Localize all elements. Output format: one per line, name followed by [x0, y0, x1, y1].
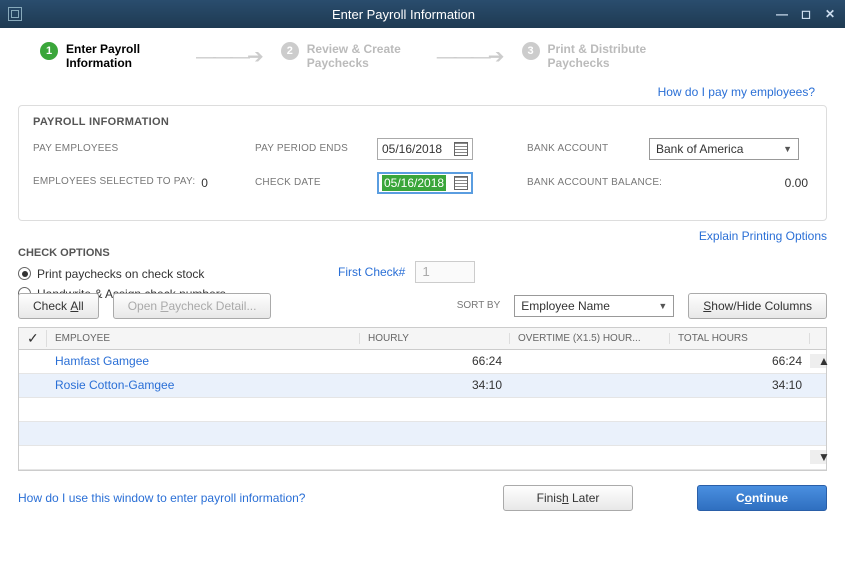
bank-balance-label: BANK ACCOUNT BALANCE: — [527, 177, 687, 188]
table-row[interactable] — [19, 398, 826, 422]
employee-name-link[interactable]: Hamfast Gamgee — [47, 354, 360, 368]
pay-period-ends-label: PAY PERIOD ENDS — [255, 143, 365, 154]
step-3-label: Print & Distribute Paychecks — [548, 42, 658, 71]
footer: How do I use this window to enter payrol… — [0, 471, 845, 521]
check-date-value: 05/16/2018 — [382, 175, 446, 191]
titlebar: Enter Payroll Information — ◻ ✕ — [0, 0, 845, 28]
bank-account-label: BANK ACCOUNT — [527, 143, 637, 154]
step-2-number: 2 — [281, 42, 299, 60]
total-cell[interactable]: 34:10 — [670, 378, 810, 392]
chevron-down-icon: ▼ — [783, 144, 792, 154]
continue-button[interactable]: Continue — [697, 485, 827, 511]
bank-balance-value: 0.00 — [699, 176, 812, 190]
how-do-i-pay-link[interactable]: How do I pay my employees? — [0, 81, 845, 105]
table-row[interactable] — [19, 422, 826, 446]
minimize-button[interactable]: — — [775, 7, 789, 21]
calendar-icon[interactable] — [454, 142, 468, 156]
check-options-title: CHECK OPTIONS — [18, 247, 827, 259]
header-hourly[interactable]: HOURLY — [360, 333, 510, 344]
table-toolbar: Check All Open Paycheck Detail... SORT B… — [18, 293, 827, 319]
table-body: Hamfast Gamgee 66:24 66:24 ▲ Rosie Cotto… — [19, 350, 826, 470]
bank-account-value: Bank of America — [656, 142, 743, 156]
open-paycheck-detail-button[interactable]: Open Paycheck Detail... — [113, 293, 272, 319]
step-2-label: Review & Create Paychecks — [307, 42, 417, 71]
sort-by-value: Employee Name — [521, 299, 610, 313]
radio-print-stock-label: Print paychecks on check stock — [37, 267, 204, 281]
radio-print-stock-input[interactable] — [18, 267, 31, 280]
step-2: 2 Review & Create Paychecks — [281, 42, 417, 71]
check-all-button[interactable]: Check All — [18, 293, 99, 319]
first-check-input[interactable] — [415, 261, 475, 283]
sort-by-select[interactable]: Employee Name ▼ — [514, 295, 674, 317]
header-checkmark[interactable]: ✓ — [19, 330, 47, 347]
payroll-info-panel: PAYROLL INFORMATION PAY EMPLOYEES PAY PE… — [18, 105, 827, 221]
pay-period-ends-value: 05/16/2018 — [382, 142, 442, 156]
header-total[interactable]: TOTAL HOURS — [670, 333, 810, 344]
hourly-cell[interactable]: 66:24 — [360, 354, 510, 368]
hourly-cell[interactable]: 34:10 — [360, 378, 510, 392]
show-hide-columns-button[interactable]: Show/Hide Columns — [688, 293, 827, 319]
scrollbar[interactable]: ▲ — [810, 354, 826, 368]
step-1: 1 Enter Payroll Information — [40, 42, 176, 71]
system-menu-icon[interactable] — [8, 7, 22, 21]
footer-help-link[interactable]: How do I use this window to enter payrol… — [18, 491, 305, 505]
employee-name-link[interactable]: Rosie Cotton-Gamgee — [47, 378, 360, 392]
check-date-field[interactable]: 05/16/2018 — [377, 172, 473, 194]
maximize-button[interactable]: ◻ — [799, 7, 813, 21]
arrow-icon: ———➔ — [437, 44, 502, 69]
finish-later-button[interactable]: Finish Later — [503, 485, 633, 511]
arrow-icon: ———➔ — [196, 44, 261, 69]
header-employee[interactable]: EMPLOYEE — [47, 333, 360, 344]
total-cell[interactable]: 66:24 — [670, 354, 810, 368]
chevron-down-icon: ▼ — [658, 301, 667, 311]
check-date-label: CHECK DATE — [255, 177, 365, 188]
step-3: 3 Print & Distribute Paychecks — [522, 42, 658, 71]
pay-period-ends-field[interactable]: 05/16/2018 — [377, 138, 473, 160]
close-button[interactable]: ✕ — [823, 7, 837, 21]
bank-account-select[interactable]: Bank of America ▼ — [649, 138, 799, 160]
step-3-number: 3 — [522, 42, 540, 60]
table-header: ✓ EMPLOYEE HOURLY OVERTIME (X1.5) HOUR..… — [19, 328, 826, 350]
employee-table: ✓ EMPLOYEE HOURLY OVERTIME (X1.5) HOUR..… — [18, 327, 827, 471]
payroll-info-title: PAYROLL INFORMATION — [33, 116, 812, 128]
step-1-label: Enter Payroll Information — [66, 42, 176, 71]
table-row[interactable]: ▼ — [19, 446, 826, 470]
check-options-section: CHECK OPTIONS Print paychecks on check s… — [18, 247, 827, 283]
explain-printing-link[interactable]: Explain Printing Options — [18, 229, 827, 243]
employees-selected-label: EMPLOYEES SELECTED TO PAY: — [33, 176, 195, 190]
sort-by-label: SORT BY — [457, 300, 501, 311]
employees-selected-count: 0 — [201, 176, 208, 190]
wizard-stepper: 1 Enter Payroll Information ———➔ 2 Revie… — [0, 28, 845, 81]
window-title: Enter Payroll Information — [32, 7, 775, 22]
pay-employees-label: PAY EMPLOYEES — [33, 143, 243, 154]
header-overtime[interactable]: OVERTIME (X1.5) HOUR... — [510, 333, 670, 344]
table-row[interactable]: Rosie Cotton-Gamgee 34:10 34:10 — [19, 374, 826, 398]
first-check-link[interactable]: First Check# — [338, 265, 405, 279]
calendar-icon[interactable] — [454, 176, 468, 190]
step-1-number: 1 — [40, 42, 58, 60]
table-row[interactable]: Hamfast Gamgee 66:24 66:24 ▲ — [19, 350, 826, 374]
